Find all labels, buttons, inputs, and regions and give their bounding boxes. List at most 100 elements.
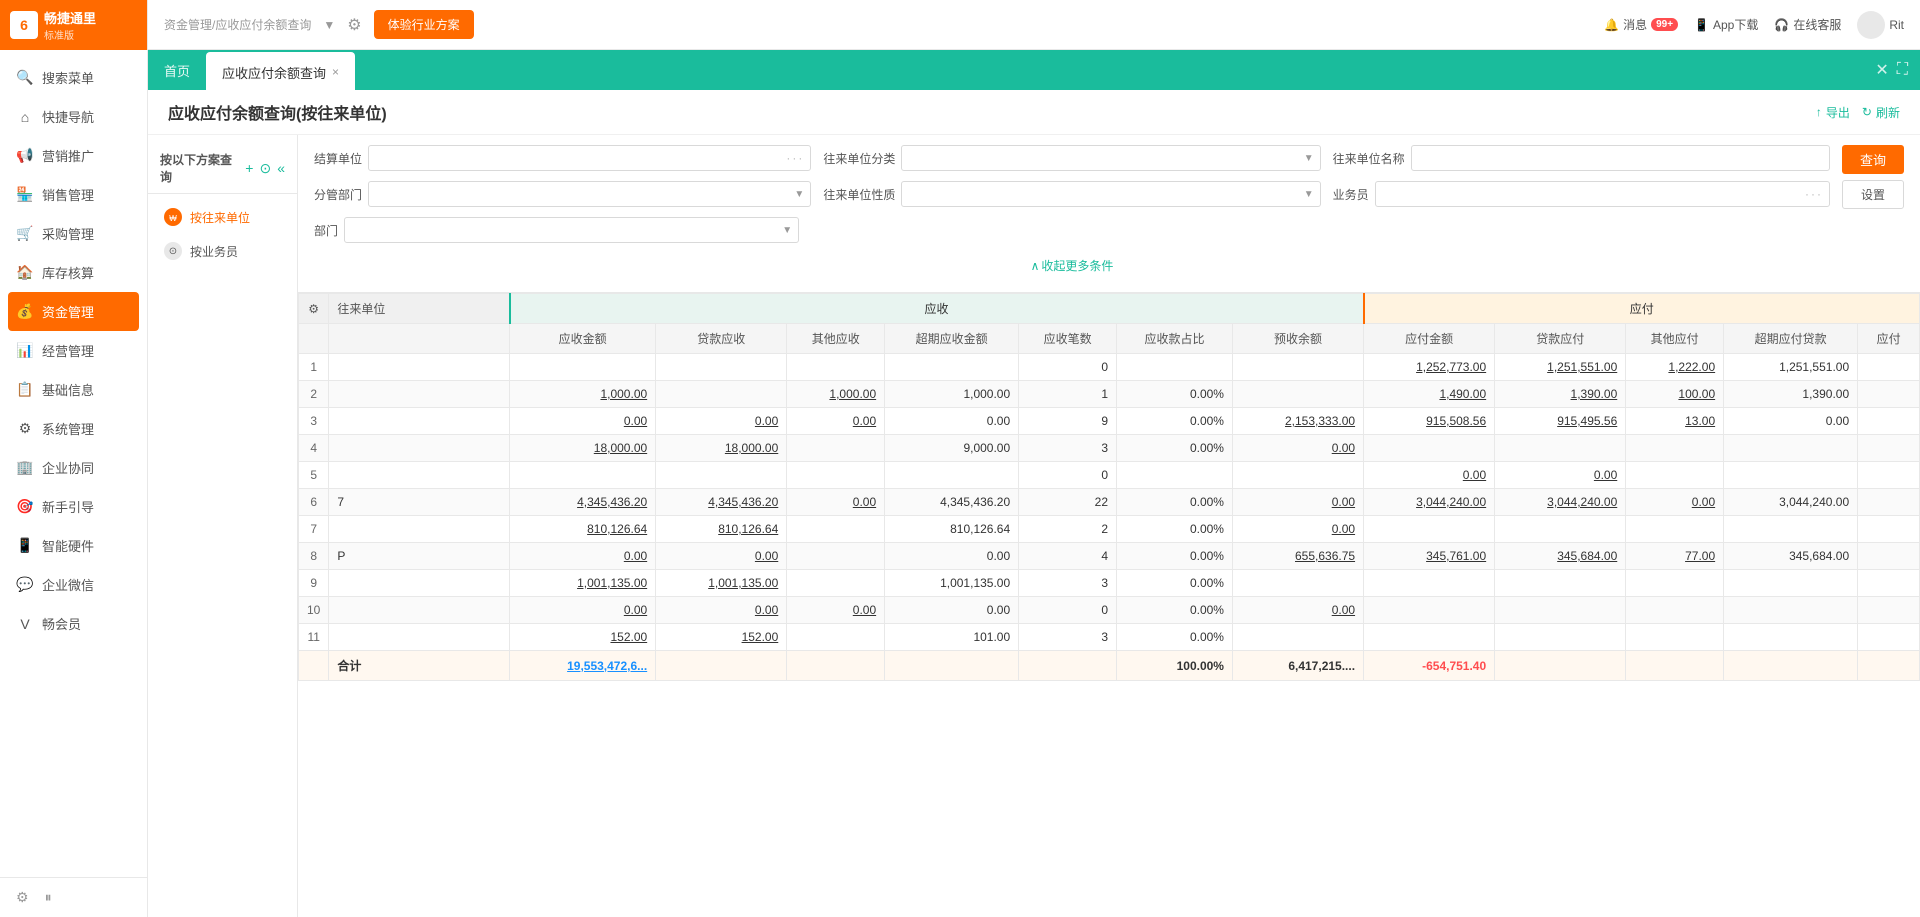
- table-row: 7810,126.64810,126.64810,126.6420.00%0.0…: [299, 516, 1920, 543]
- sidebar-item-smart[interactable]: 📱 智能硬件: [0, 526, 147, 565]
- settlement-unit-label: 结算单位: [314, 150, 362, 167]
- settlement-unit-dots: ···: [786, 151, 804, 165]
- filter-dept-manage: 分管部门 ▼: [314, 181, 811, 207]
- table-body: 101,252,773.001,251,551.001,222.001,251,…: [299, 354, 1920, 651]
- basic-icon: 📋: [16, 381, 34, 399]
- table-settings-icon[interactable]: ⚙: [308, 302, 319, 316]
- dept-manage-input[interactable]: ▼: [368, 181, 811, 207]
- unit-nature-arrow: ▼: [1304, 189, 1314, 200]
- overdue-ap-header: 超期应付贷款: [1724, 324, 1858, 354]
- ar-count-header: 应收笔数: [1019, 324, 1117, 354]
- settlement-unit-input[interactable]: ···: [368, 145, 811, 171]
- salesman-input[interactable]: ···: [1375, 181, 1830, 207]
- query-option-by-salesman[interactable]: ⊙ 按业务员: [148, 234, 297, 268]
- smart-icon: 📱: [16, 537, 34, 555]
- add-scheme-icon[interactable]: +: [245, 160, 253, 176]
- finance-icon: 💰: [16, 303, 34, 321]
- sidebar-item-guide[interactable]: 🎯 新手引导: [0, 487, 147, 526]
- query-btn[interactable]: 查询: [1842, 145, 1904, 174]
- table-row: 91,001,135.001,001,135.001,001,135.0030.…: [299, 570, 1920, 597]
- loan-ap-header: 贷款应付: [1495, 324, 1626, 354]
- app-download-item[interactable]: 📱 App下载: [1694, 16, 1758, 33]
- quick-nav-icon: ⌂: [16, 108, 34, 126]
- unit-nature-input[interactable]: ▼: [901, 181, 1320, 207]
- refresh-btn[interactable]: ↻ 刷新: [1862, 104, 1900, 121]
- tab-close-icon[interactable]: ×: [332, 65, 339, 79]
- collapse-row: ∧ 收起更多条件: [314, 249, 1830, 282]
- table-section: ⚙ 往来单位 应收 应付: [298, 293, 1920, 917]
- export-btn[interactable]: ↑ 导出: [1816, 104, 1850, 121]
- logo-subtitle: 标准版: [44, 27, 96, 42]
- unit-col-header: 往来单位: [329, 294, 510, 324]
- overdue-ar-header: 超期应收金额: [885, 324, 1019, 354]
- tab-home[interactable]: 首页: [148, 50, 206, 90]
- sidebar-item-member[interactable]: V 畅会员: [0, 604, 147, 643]
- marketing-icon: 📢: [16, 147, 34, 165]
- window-close-icon[interactable]: ✕: [1875, 60, 1888, 80]
- tab-ar-ap-query[interactable]: 应收应付余额查询 ×: [206, 52, 355, 92]
- sidebar-item-basic[interactable]: 📋 基础信息: [0, 370, 147, 409]
- unit-name-input[interactable]: [1411, 145, 1830, 171]
- guide-icon: 🎯: [16, 498, 34, 516]
- sidebar-item-search-menu[interactable]: 🔍 搜索菜单: [0, 58, 147, 97]
- breadcrumb-arrow[interactable]: ▼: [323, 18, 335, 32]
- dept-input[interactable]: ▼: [344, 217, 799, 243]
- wechat-icon: 💬: [16, 576, 34, 594]
- table-footer-row: 合计 19,553,472,6... 100.00% 6,417,215....…: [299, 651, 1920, 681]
- edit-scheme-icon[interactable]: ⊙: [259, 160, 271, 177]
- table-row: 418,000.0018,000.009,000.0030.00%0.00: [299, 435, 1920, 462]
- content-area: 按以下方案查询 + ⊙ « ₩ 按往来单位 ⊙ 按业务员: [148, 135, 1920, 917]
- footer-ar-total[interactable]: 19,553,472,6...: [510, 651, 656, 681]
- unit-header: [329, 324, 510, 354]
- by-unit-icon: ₩: [164, 208, 182, 226]
- filter-buttons: 查询 设置: [1842, 145, 1904, 282]
- inventory-icon: 🏠: [16, 264, 34, 282]
- sidebar-item-wechat[interactable]: 💬 企业微信: [0, 565, 147, 604]
- footer-label: 合计: [329, 651, 510, 681]
- right-area: 结算单位 ··· 往来单位分类 ▼: [298, 135, 1920, 917]
- sidebar: 6 畅捷通里 标准版 🔍 搜索菜单 ⌂ 快捷导航 📢 营销推广 🏪 销售管理 🛒…: [0, 0, 148, 917]
- filter-row-2: 分管部门 ▼ 往来单位性质 ▼: [314, 181, 1830, 207]
- footer-ap-total: -654,751.40: [1364, 651, 1495, 681]
- sidebar-settings-icon[interactable]: ⚙: [16, 889, 29, 906]
- dept-manage-arrow: ▼: [794, 189, 804, 200]
- sidebar-item-inventory[interactable]: 🏠 库存核算: [0, 253, 147, 292]
- unit-category-input[interactable]: ▼: [901, 145, 1320, 171]
- settings-btn[interactable]: 设置: [1842, 180, 1904, 209]
- sidebar-collapse-icon[interactable]: ⏸: [45, 889, 52, 906]
- salesman-dots: ···: [1805, 187, 1823, 201]
- settings-icon[interactable]: ⚙: [347, 15, 361, 35]
- query-option-by-unit[interactable]: ₩ 按往来单位: [148, 200, 297, 234]
- trial-btn[interactable]: 体验行业方案: [374, 10, 474, 39]
- table-row: 100.000.000.000.0000.00%0.00: [299, 597, 1920, 624]
- collapse-btn[interactable]: ∧ 收起更多条件: [1031, 253, 1114, 278]
- query-sidebar: 按以下方案查询 + ⊙ « ₩ 按往来单位 ⊙ 按业务员: [148, 135, 298, 917]
- dept-label: 部门: [314, 222, 338, 239]
- sidebar-item-purchase[interactable]: 🛒 采购管理: [0, 214, 147, 253]
- user-info[interactable]: Rit: [1857, 11, 1904, 39]
- collapse-scheme-icon[interactable]: «: [277, 160, 285, 176]
- window-maximize-icon[interactable]: ⛶: [1897, 61, 1908, 79]
- table-row: 101,252,773.001,251,551.001,222.001,251,…: [299, 354, 1920, 381]
- table-row: 21,000.001,000.001,000.0010.00%1,490.001…: [299, 381, 1920, 408]
- footer-advance: 6,417,215....: [1232, 651, 1363, 681]
- svg-text:₩: ₩: [169, 214, 177, 223]
- sidebar-item-finance[interactable]: 💰 资金管理: [8, 292, 139, 331]
- sidebar-logo: 6 畅捷通里 标准版: [0, 0, 147, 50]
- sidebar-item-corp[interactable]: 🏢 企业协同: [0, 448, 147, 487]
- by-salesman-icon: ⊙: [164, 242, 182, 260]
- ap-amount-header: 应付金额: [1364, 324, 1495, 354]
- refresh-icon: ↻: [1862, 105, 1872, 119]
- sidebar-item-system[interactable]: ⚙ 系统管理: [0, 409, 147, 448]
- search-menu-icon: 🔍: [16, 69, 34, 87]
- sidebar-item-sales[interactable]: 🏪 销售管理: [0, 175, 147, 214]
- sidebar-item-quick-nav[interactable]: ⌂ 快捷导航: [0, 97, 147, 136]
- sidebar-item-operations[interactable]: 📊 经营管理: [0, 331, 147, 370]
- logo-title: 畅捷通里: [44, 8, 96, 27]
- ap-group-header: 应付: [1364, 294, 1920, 324]
- sidebar-item-marketing[interactable]: 📢 营销推广: [0, 136, 147, 175]
- notification-item[interactable]: 🔔 消息 99+: [1604, 16, 1678, 33]
- customer-service-item[interactable]: 🎧 在线客服: [1774, 16, 1841, 33]
- page-actions: ↑ 导出 ↻ 刷新: [1816, 104, 1900, 121]
- filter-unit-name: 往来单位名称: [1333, 145, 1830, 171]
